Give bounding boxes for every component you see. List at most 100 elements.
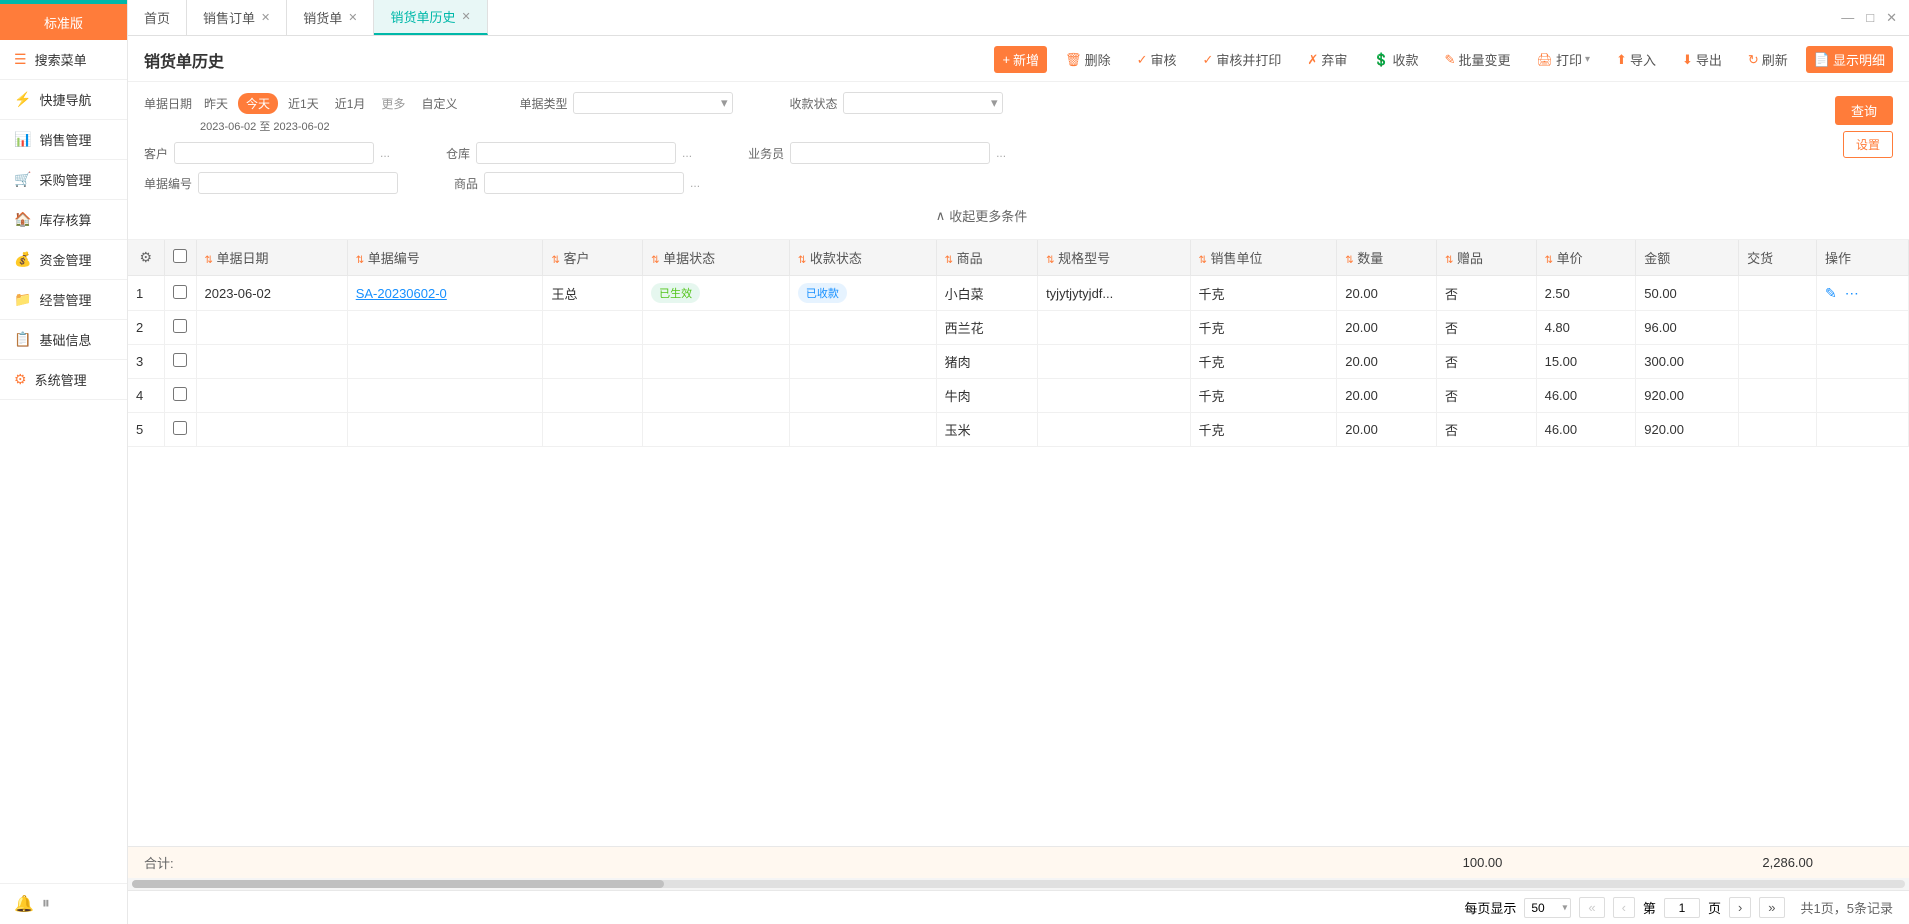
row-checkbox[interactable] — [164, 379, 196, 413]
delete-button[interactable]: 🗑 删除 — [1057, 46, 1119, 73]
date-btn-last7[interactable]: 近1天 — [282, 93, 325, 114]
collect-status — [789, 379, 936, 413]
main-content: 首页 销售订单 ✕ 销货单 ✕ 销货单历史 ✕ — □ ✕ 销货单历史 + 新增 — [128, 0, 1909, 924]
search-menu-icon: ☰ — [14, 51, 27, 68]
warehouse-dots[interactable]: ... — [682, 146, 692, 160]
salesman-dots[interactable]: ... — [996, 146, 1006, 160]
select-all-checkbox[interactable] — [173, 249, 187, 263]
print-button[interactable]: 🖨 打印 ▾ — [1528, 46, 1598, 73]
discard-button[interactable]: ✗ 弃审 — [1299, 46, 1355, 73]
row-checkbox[interactable] — [173, 353, 187, 367]
doc-status — [643, 345, 790, 379]
scrollbar-thumb[interactable] — [132, 880, 664, 888]
warehouse-input[interactable] — [476, 142, 676, 164]
collect-status-select[interactable] — [843, 92, 1003, 114]
date-btn-yesterday[interactable]: 昨天 — [198, 93, 234, 114]
toolbar: + 新增 🗑 删除 ✓ 审核 ✓ 审核并打印 ✗ 弃审 💲 收款 — [994, 46, 1893, 73]
salesman-input[interactable] — [790, 142, 990, 164]
ops[interactable]: ✎ ⋯ — [1816, 276, 1908, 311]
table-body: 12023-06-02SA-20230602-0王总已生效已收款小白菜tyjyt… — [128, 276, 1909, 447]
per-page-select[interactable]: 20 50 100 — [1524, 898, 1571, 918]
pause-icon[interactable]: ⏸ — [42, 895, 50, 913]
more-ops-icon[interactable]: ⋯ — [1845, 285, 1859, 302]
edit-icon[interactable]: ✎ — [1825, 285, 1837, 302]
status-badge: 已生效 — [651, 283, 700, 303]
query-button[interactable]: 查询 — [1835, 96, 1893, 125]
minimize-btn[interactable]: — — [1841, 10, 1854, 25]
doc-no[interactable]: SA-20230602-0 — [347, 276, 543, 311]
row-checkbox[interactable] — [164, 413, 196, 447]
print-dropdown-icon[interactable]: ▾ — [1585, 54, 1590, 65]
sidebar-item-quick-nav[interactable]: ⚡ 快捷导航 — [0, 80, 127, 120]
tab-sales-history[interactable]: 销货单历史 ✕ — [374, 0, 487, 35]
sidebar-item-ops-mgmt[interactable]: 📁 经营管理 — [0, 280, 127, 320]
date-btn-today[interactable]: 今天 — [238, 93, 278, 114]
doc-no-input[interactable] — [198, 172, 398, 194]
last-page-btn[interactable]: » — [1759, 897, 1784, 918]
goods-input[interactable] — [484, 172, 684, 194]
doc-no-link[interactable]: SA-20230602-0 — [356, 286, 447, 301]
th-gift: ⇅ 赠品 — [1436, 240, 1536, 276]
new-button[interactable]: + 新增 — [994, 46, 1047, 73]
date-btn-custom[interactable]: 自定义 — [415, 93, 463, 114]
sidebar-item-sys-mgmt[interactable]: ⚙ 系统管理 — [0, 360, 127, 400]
batch-change-button[interactable]: ✎ 批量变更 — [1437, 46, 1519, 73]
sidebar-item-sales-mgmt[interactable]: 📊 销售管理 — [0, 120, 127, 160]
row-checkbox[interactable] — [173, 421, 187, 435]
gear-icon[interactable]: ⚙ — [139, 249, 152, 265]
collapse-btn[interactable]: ∧ 收起更多条件 — [144, 202, 1819, 229]
first-page-btn[interactable]: « — [1579, 897, 1604, 918]
row-checkbox[interactable] — [173, 319, 187, 333]
filter-doc-type: 单据类型 — [519, 92, 733, 114]
sidebar-item-label: 经营管理 — [39, 290, 91, 309]
row-checkbox[interactable] — [173, 285, 187, 299]
import-button[interactable]: ⬆ 导入 — [1608, 46, 1664, 73]
show-detail-button[interactable]: 📄 显示明细 — [1806, 46, 1893, 73]
sidebar-item-label: 资金管理 — [39, 250, 91, 269]
sidebar-item-basic-info[interactable]: 📋 基础信息 — [0, 320, 127, 360]
next-page-btn[interactable]: › — [1729, 897, 1751, 918]
sidebar-bottom: 🔔 ⏸ — [0, 883, 127, 924]
doc-type-select[interactable] — [573, 92, 733, 114]
close-tab-sales-order[interactable]: ✕ — [261, 11, 270, 24]
date-btn-more[interactable]: 更多 — [375, 93, 411, 114]
audit-icon: ✓ — [1137, 52, 1148, 68]
th-doc-status: ⇅ 单据状态 — [643, 240, 790, 276]
row-checkbox[interactable] — [164, 345, 196, 379]
export-button[interactable]: ⬇ 导出 — [1674, 46, 1730, 73]
notification-icon[interactable]: 🔔 — [14, 894, 34, 914]
goods-dots[interactable]: ... — [690, 176, 700, 190]
close-tab-sales-history[interactable]: ✕ — [462, 10, 471, 23]
page-input[interactable] — [1664, 898, 1700, 918]
prev-page-btn[interactable]: ‹ — [1613, 897, 1635, 918]
customer-input[interactable] — [174, 142, 374, 164]
close-btn[interactable]: ✕ — [1886, 10, 1897, 26]
set-button[interactable]: 设置 — [1843, 131, 1893, 158]
date-range-btns: 昨天 今天 近1天 近1月 更多 自定义 — [198, 93, 463, 114]
maximize-btn[interactable]: □ — [1866, 10, 1874, 25]
close-tab-sales-goods[interactable]: ✕ — [348, 11, 357, 24]
customer-dots[interactable]: ... — [380, 146, 390, 160]
ops — [1816, 379, 1908, 413]
tab-sales-order[interactable]: 销售订单 ✕ — [187, 0, 287, 35]
audit-print-button[interactable]: ✓ 审核并打印 — [1195, 46, 1290, 73]
per-page-wrapper: 20 50 100 — [1524, 898, 1571, 918]
tab-sales-goods[interactable]: 销货单 ✕ — [287, 0, 374, 35]
date-btn-last1m[interactable]: 近1月 — [329, 93, 372, 114]
row-checkbox[interactable] — [173, 387, 187, 401]
sidebar-item-search-menu[interactable]: ☰ 搜索菜单 — [0, 40, 127, 80]
collect-label: 收款 — [1393, 50, 1419, 69]
tab-home[interactable]: 首页 — [128, 0, 187, 35]
table-row: 12023-06-02SA-20230602-0王总已生效已收款小白菜tyjyt… — [128, 276, 1909, 311]
audit-button[interactable]: ✓ 审核 — [1129, 46, 1185, 73]
sidebar-item-inventory-calc[interactable]: 🏠 库存核算 — [0, 200, 127, 240]
row-checkbox[interactable] — [164, 276, 196, 311]
filter-goods: 商品 ... — [454, 172, 700, 194]
row-checkbox[interactable] — [164, 311, 196, 345]
refresh-button[interactable]: ↻ 刷新 — [1740, 46, 1796, 73]
sidebar-item-fund-mgmt[interactable]: 💰 资金管理 — [0, 240, 127, 280]
row-num: 5 — [128, 413, 164, 447]
horizontal-scrollbar[interactable] — [128, 878, 1909, 890]
sidebar-item-purchase-mgmt[interactable]: 🛒 采购管理 — [0, 160, 127, 200]
collect-button[interactable]: 💲 收款 — [1365, 46, 1426, 73]
